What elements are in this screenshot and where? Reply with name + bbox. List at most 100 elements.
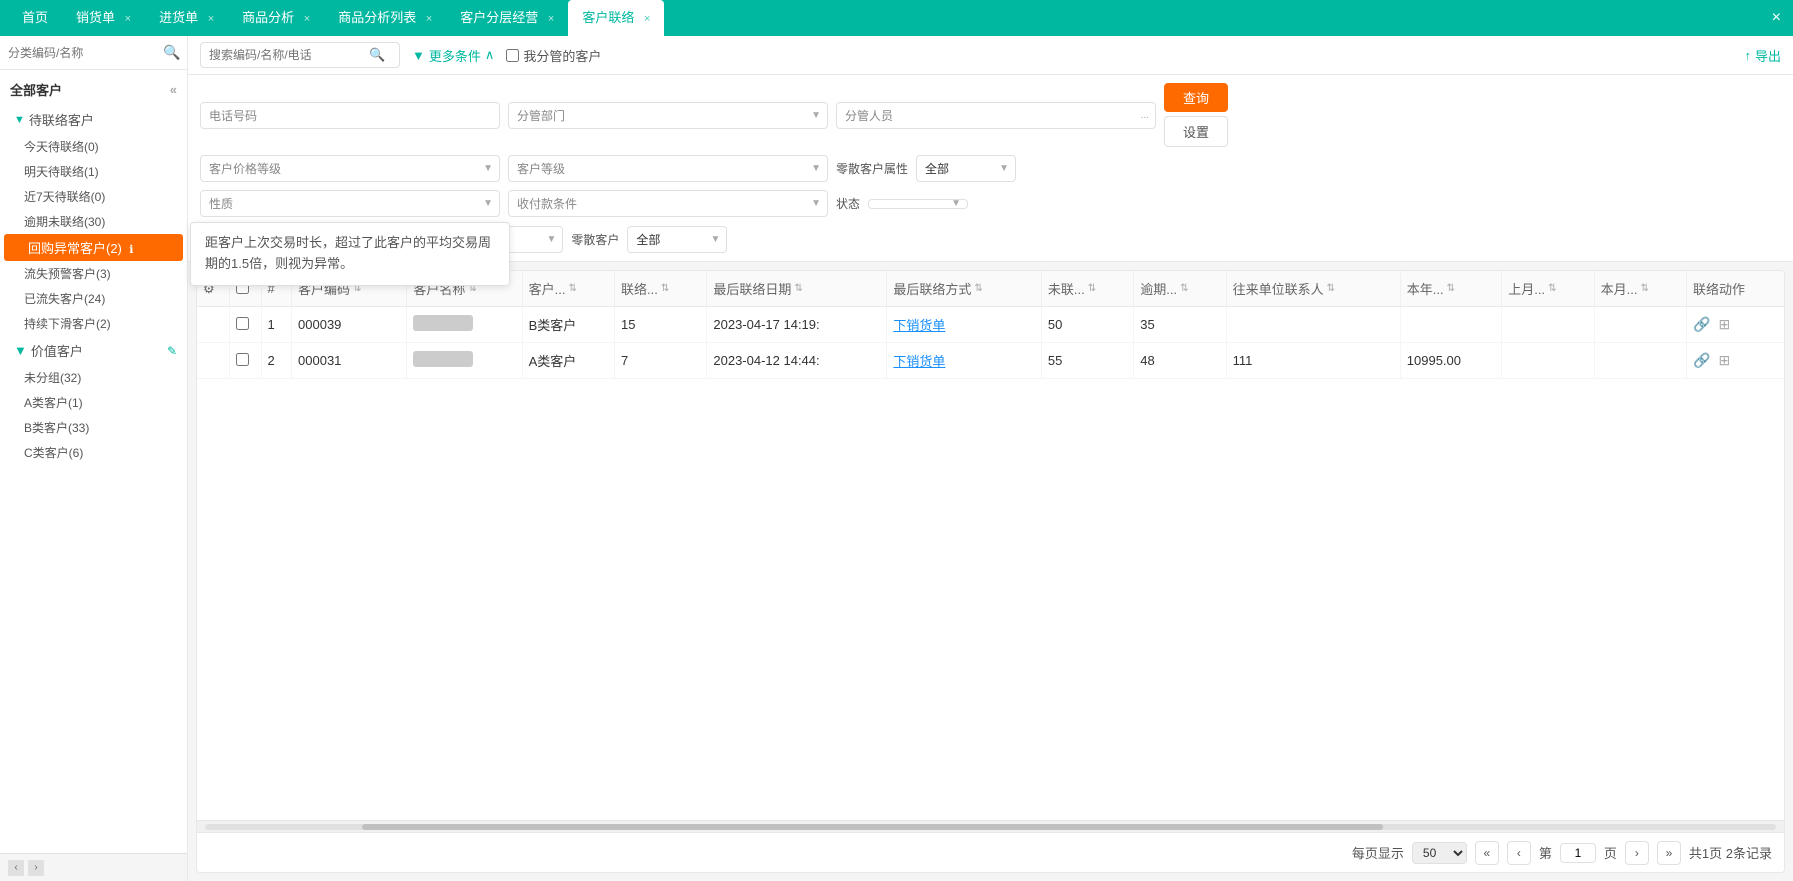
th-this-year: 本年...⇅ — [1400, 271, 1501, 307]
sidebar-item-ungroup[interactable]: 未分组(32) — [0, 365, 187, 390]
row-overdue-0: 35 — [1134, 307, 1226, 343]
nav-item-customer-contact[interactable]: 客户联络 × — [568, 0, 664, 36]
row-checkbox-1[interactable] — [229, 343, 261, 379]
last-method-link-1[interactable]: 下销货单 — [893, 354, 945, 369]
customer-grade-field[interactable]: 客户等级 ▼ — [508, 155, 828, 182]
th-last-month-sort[interactable]: ⇅ — [1548, 283, 1556, 294]
action-buttons: 查询 设置 — [1164, 83, 1228, 147]
sidebar-item-continuous-down[interactable]: 持续下滑客户(2) — [0, 311, 187, 336]
pending-contact-group[interactable]: ▼ 待联络客户 — [0, 105, 187, 134]
sidebar-item-7days[interactable]: 近7天待联络(0) — [0, 184, 187, 209]
row-last-method-1[interactable]: 下销货单 — [887, 343, 1042, 379]
gender-field[interactable]: 性质 ▼ — [200, 190, 500, 217]
nav-item-product-list[interactable]: 商品分析列表 × — [324, 0, 446, 36]
status-select[interactable]: ▼ — [868, 199, 968, 209]
last-method-link-0[interactable]: 下销货单 — [893, 318, 945, 333]
person-field[interactable]: 分管人员 ... — [836, 102, 1156, 129]
sidebar-item-overdue[interactable]: 逾期未联络(30) — [0, 209, 187, 234]
close-purchase-icon[interactable]: × — [208, 13, 214, 25]
sidebar-prev-button[interactable]: ‹ — [8, 860, 24, 876]
row-last-date-0: 2023-04-17 14:19: — [707, 307, 887, 343]
th-contact-sort[interactable]: ⇅ — [661, 283, 669, 294]
more-conditions-button[interactable]: ▼ 更多条件 ∧ — [412, 46, 494, 65]
sidebar-item-today[interactable]: 今天待联络(0) — [0, 134, 187, 159]
th-this-month-sort[interactable]: ⇅ — [1640, 283, 1648, 294]
sidebar-item-a-class[interactable]: A类客户(1) — [0, 390, 187, 415]
gender-label: 性质 — [209, 195, 233, 212]
row-checkbox-0[interactable] — [229, 307, 261, 343]
dept-field[interactable]: 分管部门 ▼ — [508, 102, 828, 129]
sidebar-collapse-button[interactable]: « — [170, 82, 177, 97]
table-scroll[interactable]: ⚙ # 客户编码⇅ 客户名称⇅ 客户...⇅ 联络...⇅ 最后联络日期⇅ 最后… — [197, 271, 1784, 820]
th-last-date-sort[interactable]: ⇅ — [794, 283, 802, 294]
sidebar-item-repurchase-anomaly[interactable]: 回购异常客户(2) ℹ — [4, 234, 183, 261]
th-type-sort[interactable]: ⇅ — [568, 283, 576, 294]
page-input[interactable] — [1560, 843, 1596, 863]
search-field: 🔍 — [200, 42, 400, 68]
more-conditions-label: 更多条件 — [429, 46, 481, 65]
scrollbar-thumb[interactable] — [362, 824, 1383, 830]
settings-button[interactable]: 设置 — [1164, 116, 1228, 147]
th-overdue-sort[interactable]: ⇅ — [1180, 283, 1188, 294]
th-unit-contact-sort[interactable]: ⇅ — [1327, 283, 1335, 294]
gender-arrow: ▼ — [483, 198, 493, 209]
row-last-date-1: 2023-04-12 14:44: — [707, 343, 887, 379]
sidebar-item-lost-potential[interactable]: 流失预警客户(3) — [0, 261, 187, 286]
my-customers-label: 我分管的客户 — [523, 46, 601, 65]
query-button[interactable]: 查询 — [1164, 83, 1228, 112]
nav-item-sales[interactable]: 销货单 × — [62, 0, 145, 36]
row-grid-icon-0[interactable]: ⊞ — [1718, 316, 1730, 333]
value-customer-arrow: ▼ — [14, 343, 27, 358]
value-customer-edit-icon[interactable]: ✎ — [167, 344, 177, 358]
nav-item-product-analysis[interactable]: 商品分析 × — [228, 0, 324, 36]
row-link-icon-0[interactable]: 🔗 — [1693, 316, 1710, 333]
payment-arrow: ▼ — [811, 198, 821, 209]
retail-customer-select[interactable]: 全部 ▼ — [627, 226, 727, 253]
row-last-method-0[interactable]: 下销货单 — [887, 307, 1042, 343]
close-customer-contact-icon[interactable]: × — [644, 13, 650, 25]
value-customer-section[interactable]: ▼ 价值客户 ✎ — [0, 336, 187, 365]
close-all-button[interactable]: × — [1772, 9, 1781, 27]
my-customers-checkbox[interactable] — [506, 49, 519, 62]
phone-field[interactable]: 电话号码 — [200, 102, 500, 129]
search-input[interactable] — [209, 48, 369, 62]
row-code-1: 000031 — [292, 343, 407, 379]
table-row: 2 000031 A类客户 7 2023-04-12 14:44: 下销货单 5… — [197, 343, 1784, 379]
payment-field[interactable]: 收付款条件 ▼ — [508, 190, 828, 217]
my-customers-filter: 我分管的客户 — [506, 46, 601, 65]
th-not-contacted-sort[interactable]: ⇅ — [1088, 283, 1096, 294]
last-page-button[interactable]: » — [1657, 841, 1681, 865]
sidebar-search-input[interactable] — [8, 46, 163, 60]
th-this-year-sort[interactable]: ⇅ — [1447, 283, 1455, 294]
horizontal-scrollbar[interactable] — [197, 820, 1784, 832]
nav-item-customer-tier[interactable]: 客户分层经营 × — [446, 0, 568, 36]
close-customer-tier-icon[interactable]: × — [548, 13, 554, 25]
sidebar-item-b-class[interactable]: B类客户(33) — [0, 415, 187, 440]
row-grid-icon-1[interactable]: ⊞ — [1718, 352, 1730, 369]
sidebar-next-button[interactable]: › — [28, 860, 44, 876]
nav-item-home[interactable]: 首页 — [8, 0, 62, 36]
prev-page-button[interactable]: ‹ — [1507, 841, 1531, 865]
sidebar-item-c-class[interactable]: C类客户(6) — [0, 440, 187, 465]
th-last-method-sort[interactable]: ⇅ — [974, 283, 982, 294]
first-page-button[interactable]: « — [1475, 841, 1499, 865]
row-settings-1[interactable] — [197, 343, 229, 379]
price-grade-field[interactable]: 客户价格等级 ▼ — [200, 155, 500, 182]
close-product-list-icon[interactable]: × — [426, 13, 432, 25]
per-page-select[interactable]: 50 100 200 — [1412, 842, 1467, 864]
sidebar-item-already-lost[interactable]: 已流失客户(24) — [0, 286, 187, 311]
row-link-icon-1[interactable]: 🔗 — [1693, 352, 1710, 369]
close-product-analysis-icon[interactable]: × — [304, 13, 310, 25]
status-label: 状态 — [836, 195, 860, 212]
search-icon: 🔍 — [369, 47, 385, 63]
person-label: 分管人员 — [845, 107, 893, 124]
scrollbar-track — [205, 824, 1776, 830]
next-page-button[interactable]: › — [1625, 841, 1649, 865]
payment-label: 收付款条件 — [517, 195, 577, 212]
retail-attr-select[interactable]: 全部 ▼ — [916, 155, 1016, 182]
export-button[interactable]: ↑ 导出 — [1744, 46, 1781, 65]
close-sales-icon[interactable]: × — [125, 13, 131, 25]
row-settings-0[interactable] — [197, 307, 229, 343]
sidebar-item-tomorrow[interactable]: 明天待联络(1) — [0, 159, 187, 184]
nav-item-purchase[interactable]: 进货单 × — [145, 0, 228, 36]
